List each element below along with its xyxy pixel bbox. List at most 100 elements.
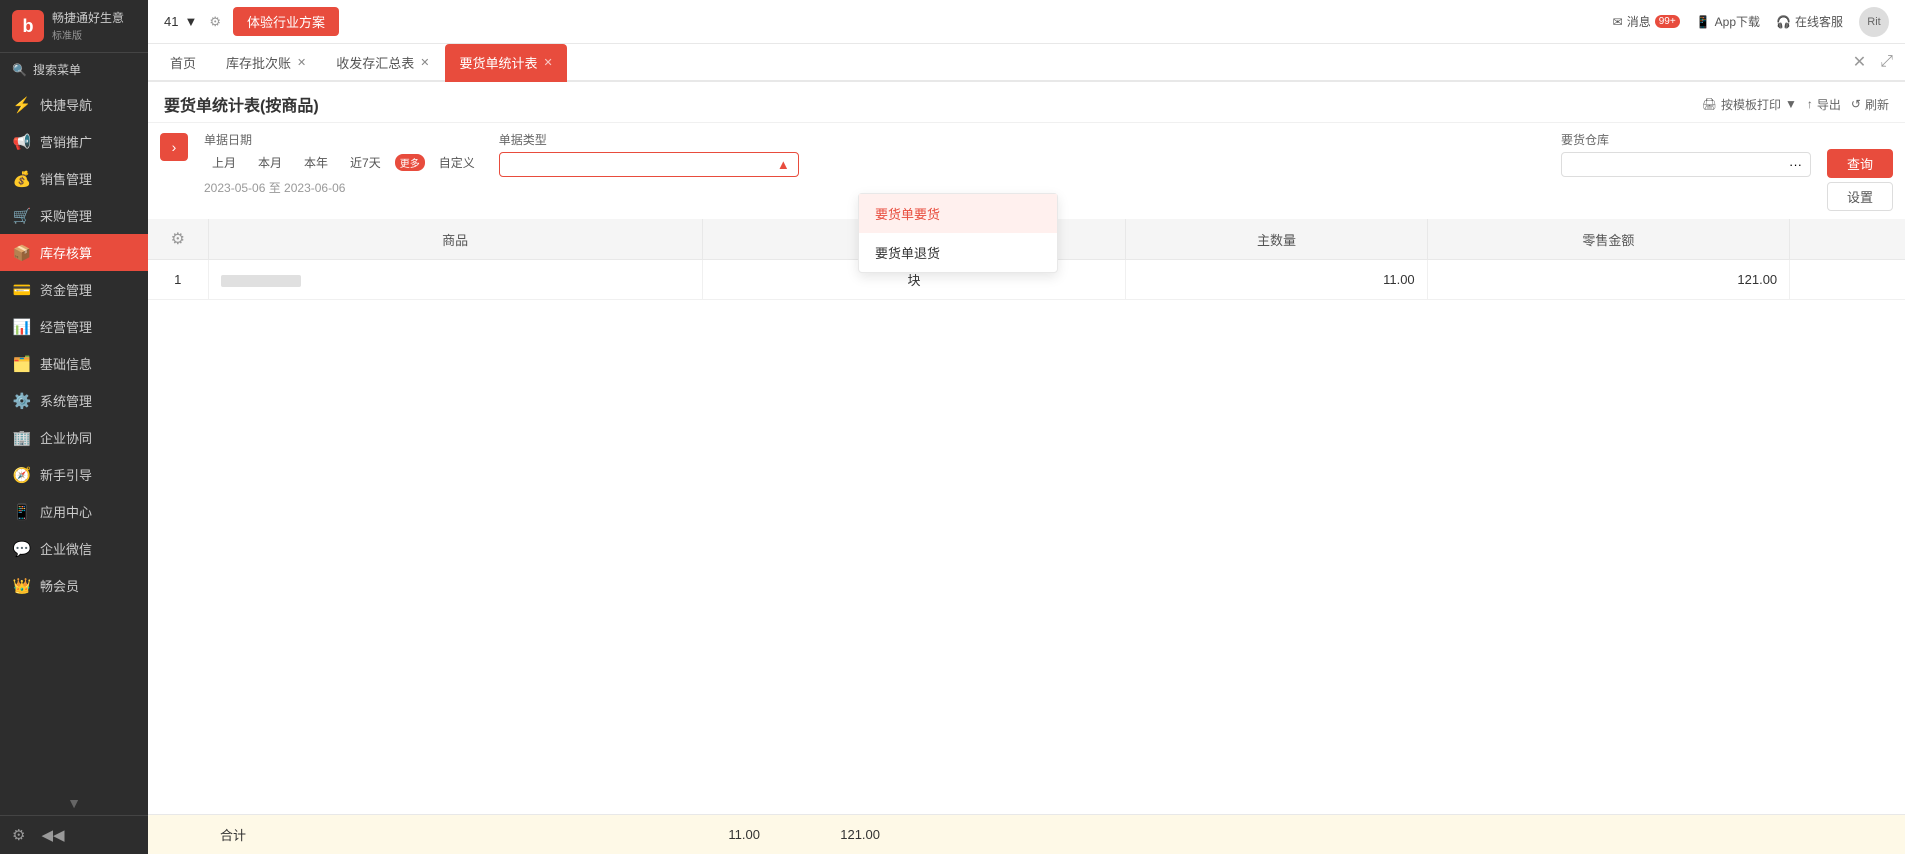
col-qty: 主数量 [1126, 219, 1427, 260]
tabs-bar: 首页 库存批次账 ✕ 收发存汇总表 ✕ 要货单统计表 ✕ ✕ ⤢ [148, 44, 1905, 82]
search-icon: 🔍 [12, 63, 27, 77]
app-name-block: 畅捷通好生意 标准版 [52, 10, 124, 42]
company-selector[interactable]: 41 ▼ [164, 14, 197, 29]
export-label: 导出 [1817, 96, 1841, 113]
col-index: ⚙ [148, 219, 208, 260]
tab-home[interactable]: 首页 [156, 44, 210, 82]
sidebar-item-wechat[interactable]: 💬 企业微信 [0, 530, 148, 567]
sidebar-item-purchase[interactable]: 🛒 采购管理 [0, 197, 148, 234]
sidebar-item-operations[interactable]: 📊 经营管理 [0, 308, 148, 345]
export-button[interactable]: ↑ 导出 [1807, 96, 1841, 113]
sidebar-item-quick-nav[interactable]: ⚡ 快捷导航 [0, 86, 148, 123]
col-product: 商品 [208, 219, 702, 260]
sidebar-item-label: 库存核算 [40, 243, 92, 262]
system-icon: ⚙️ [12, 392, 32, 410]
sidebar-search[interactable]: 🔍 搜索菜单 [0, 53, 148, 86]
company-dropdown-icon: ▼ [184, 14, 197, 29]
operations-icon: 📊 [12, 318, 32, 336]
date-options: 上月 本月 本年 近7天 更多 自定义 [204, 152, 483, 173]
purchase-icon: 🛒 [12, 207, 32, 225]
tab-order-stats-close[interactable]: ✕ [544, 56, 553, 69]
query-button[interactable]: 查询 [1827, 149, 1893, 178]
sidebar-logo: b 畅捷通好生意 标准版 [0, 0, 148, 53]
sidebar-item-marketing[interactable]: 📢 营销推广 [0, 123, 148, 160]
warehouse-more-icon[interactable]: ··· [1789, 157, 1802, 172]
date-7days[interactable]: 近7天 [342, 152, 389, 173]
expand-tab-icon[interactable]: ⤢ [1876, 49, 1897, 75]
type-filter-input[interactable]: ▲ [499, 152, 799, 177]
tabs-actions: ✕ ⤢ [1849, 48, 1897, 76]
search-label: 搜索菜单 [33, 61, 81, 78]
settings-button[interactable]: 设置 [1827, 182, 1893, 211]
service-label: 在线客服 [1795, 13, 1843, 30]
sidebar-item-label: 基础信息 [40, 354, 92, 373]
trial-button[interactable]: 体验行业方案 [233, 7, 339, 36]
filter-bar: › 单据日期 上月 本月 本年 近7天 更多 自定义 2023-05-06 至 … [148, 122, 1905, 219]
quick-nav-icon: ⚡ [12, 96, 32, 114]
sidebar-item-basic[interactable]: 🗂️ 基础信息 [0, 345, 148, 382]
topbar-gear-icon[interactable]: ⚙ [209, 14, 221, 30]
sidebar-item-member[interactable]: 👑 畅会员 [0, 567, 148, 604]
wechat-icon: 💬 [12, 540, 32, 558]
date-range-display: 2023-05-06 至 2023-06-06 [204, 179, 483, 196]
print-label: 按模板打印 [1721, 96, 1781, 113]
print-dropdown-icon: ▼ [1785, 97, 1797, 111]
dropdown-item-order-purchase[interactable]: 要货单要货 [859, 194, 1057, 233]
messages-btn[interactable]: ✉ 消息 99+ [1613, 13, 1680, 30]
close-all-tabs-icon[interactable]: ✕ [1849, 48, 1870, 76]
dropdown-item-order-return[interactable]: 要货单退货 [859, 233, 1057, 272]
date-more-badge[interactable]: 更多 [395, 154, 425, 171]
online-service-btn[interactable]: 🎧 在线客服 [1776, 13, 1843, 30]
export-icon: ↑ [1807, 97, 1813, 111]
sidebar-item-label: 快捷导航 [40, 95, 92, 114]
footer-qty: 11.00 [660, 827, 760, 842]
gear-settings-icon[interactable]: ⚙ [171, 231, 185, 248]
tab-recv-summary-close[interactable]: ✕ [420, 56, 429, 69]
filter-expand-button[interactable]: › [160, 133, 188, 161]
dropdown-item-label: 要货单要货 [875, 207, 940, 222]
date-custom[interactable]: 自定义 [431, 152, 483, 173]
date-this-year[interactable]: 本年 [296, 152, 336, 173]
newguide-icon: 🧭 [12, 466, 32, 484]
date-last-month[interactable]: 上月 [204, 152, 244, 173]
sidebar-item-inventory[interactable]: 📦 库存核算 [0, 234, 148, 271]
tab-recv-summary[interactable]: 收发存汇总表 ✕ [322, 44, 443, 82]
sidebar-item-label: 畅会员 [40, 576, 79, 595]
row-index: 1 [148, 260, 208, 300]
sidebar-scroll-down[interactable]: ▼ [0, 791, 148, 815]
basic-icon: 🗂️ [12, 355, 32, 373]
topbar-right: ✉ 消息 99+ 📱 App下载 🎧 在线客服 Rit [1613, 7, 1889, 37]
refresh-button[interactable]: ↺ 刷新 [1851, 96, 1889, 113]
table-footer: 合计 11.00 121.00 [148, 814, 1905, 854]
sidebar-item-appcenter[interactable]: 📱 应用中心 [0, 493, 148, 530]
sidebar-item-system[interactable]: ⚙️ 系统管理 [0, 382, 148, 419]
settings-bottom-icon[interactable]: ⚙ [12, 826, 25, 844]
user-avatar[interactable]: Rit [1859, 7, 1889, 37]
sidebar-item-newguide[interactable]: 🧭 新手引导 [0, 456, 148, 493]
app-name: 畅捷通好生意 [52, 10, 124, 27]
tab-inventory-batch-close[interactable]: ✕ [297, 56, 306, 69]
enterprise-icon: 🏢 [12, 429, 32, 447]
date-filter-label: 单据日期 [204, 131, 483, 148]
collapse-icon[interactable]: ◀◀ [41, 826, 64, 844]
date-this-month[interactable]: 本月 [250, 152, 290, 173]
tab-inventory-batch[interactable]: 库存批次账 ✕ [212, 44, 320, 82]
type-filter-label: 单据类型 [499, 131, 799, 148]
sidebar-nav: ⚡ 快捷导航 📢 营销推广 💰 销售管理 🛒 采购管理 📦 库存核算 💳 资金管… [0, 86, 148, 791]
date-filter-group: 单据日期 上月 本月 本年 近7天 更多 自定义 2023-05-06 至 20… [204, 131, 483, 196]
footer-label: 合计 [160, 825, 440, 844]
sidebar-item-label: 应用中心 [40, 502, 92, 521]
marketing-icon: 📢 [12, 133, 32, 151]
dropdown-item-label: 要货单退货 [875, 246, 940, 261]
app-download-btn[interactable]: 📱 App下载 [1696, 13, 1760, 30]
warehouse-filter-input[interactable]: ··· [1561, 152, 1811, 177]
sidebar-item-sales[interactable]: 💰 销售管理 [0, 160, 148, 197]
sidebar-item-label: 企业协同 [40, 428, 92, 447]
sidebar-item-enterprise[interactable]: 🏢 企业协同 [0, 419, 148, 456]
tab-order-stats[interactable]: 要货单统计表 ✕ [445, 44, 566, 82]
print-button[interactable]: 🖨 按模板打印 ▼ [1702, 96, 1797, 113]
page-header: 要货单统计表(按商品) 🖨 按模板打印 ▼ ↑ 导出 ↺ 刷新 [148, 82, 1905, 122]
sidebar-item-label: 资金管理 [40, 280, 92, 299]
sidebar-item-finance[interactable]: 💳 资金管理 [0, 271, 148, 308]
filter-buttons: 查询 设置 [1827, 131, 1893, 211]
